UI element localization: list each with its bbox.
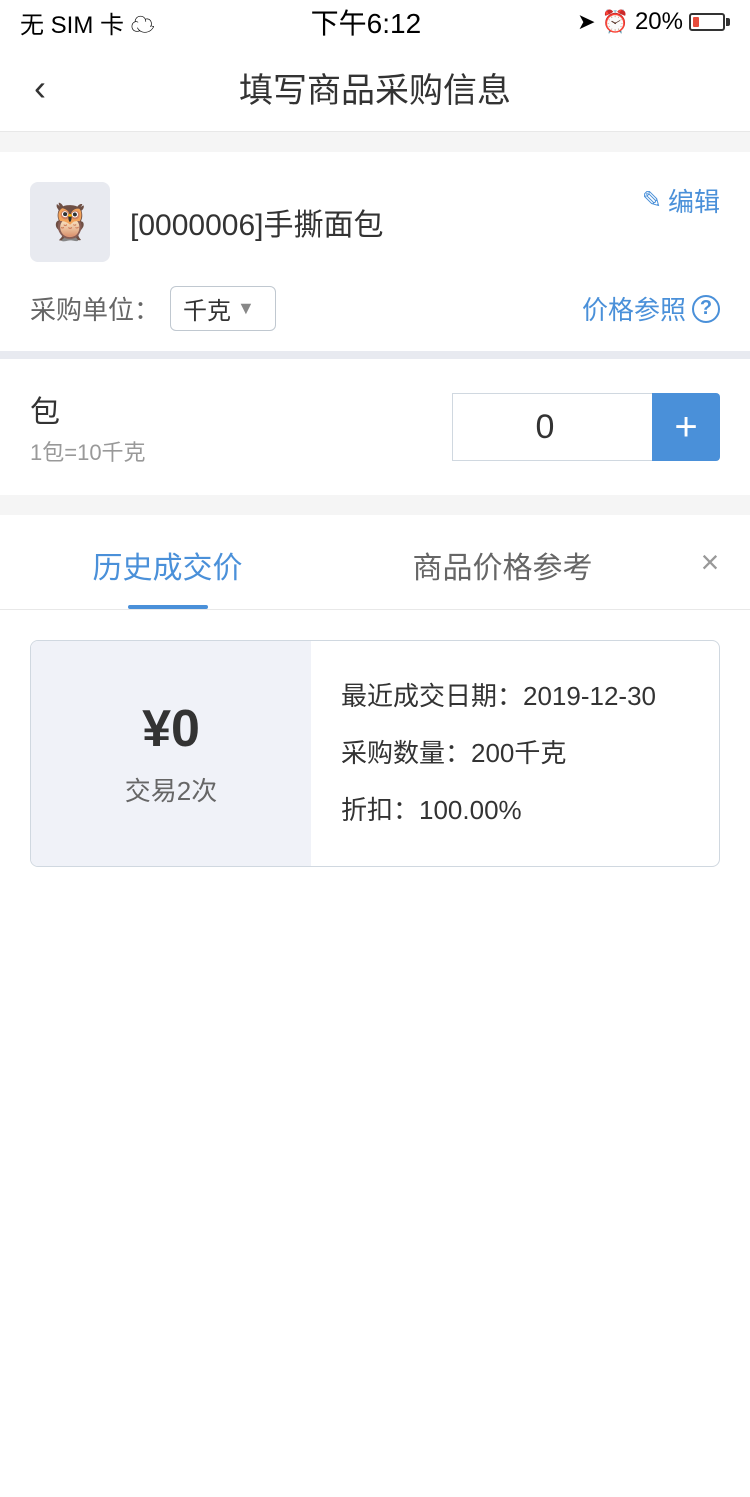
tab-history-price-label: 历史成交价 (93, 552, 243, 585)
product-unit-row: 采购单位： 千克 ▼ 价格参照 ? (30, 286, 720, 331)
recent-date-label: 最近成交日期： (341, 681, 523, 711)
discount-value: 100.00% (419, 795, 522, 825)
product-info: 🦉 [0000006]手撕面包 (30, 182, 383, 262)
quantity-input[interactable] (452, 393, 652, 461)
history-trade-count: 交易2次 (125, 771, 217, 808)
help-icon: ? (692, 295, 720, 323)
purchase-quantity-label: 采购数量： (341, 738, 471, 768)
tabs-container: 历史成交价 商品价格参考 × (0, 515, 750, 610)
status-right: ➤ ⏰ 20% (577, 8, 730, 36)
quantity-unit: 包 (30, 387, 146, 431)
status-bar: 无 SIM 卡 ☁ 下午6:12 ➤ ⏰ 20% (0, 0, 750, 44)
unit-select-dropdown[interactable]: 千克 ▼ (170, 286, 276, 331)
product-header: 🦉 [0000006]手撕面包 ✎ 编辑 (30, 182, 720, 262)
tab-product-price-ref-label: 商品价格参考 (413, 552, 593, 585)
history-price: ¥0 (142, 699, 200, 759)
edit-icon: ✎ (642, 186, 662, 215)
back-button[interactable]: ‹ (24, 57, 56, 119)
bottom-area (0, 897, 750, 1497)
quantity-conversion: 1包=10千克 (30, 435, 146, 467)
section-divider (0, 351, 750, 359)
quantity-plus-button[interactable]: + (652, 393, 720, 461)
purchase-quantity-value: 200千克 (471, 738, 566, 768)
recent-date-value: 2019-12-30 (523, 681, 656, 711)
battery-icon (689, 13, 730, 31)
dropdown-arrow-icon: ▼ (237, 298, 255, 319)
time-display: 下午6:12 (311, 2, 422, 42)
sim-text: 无 SIM 卡 ☁ (20, 5, 155, 40)
unit-label-text: 采购单位： (30, 290, 160, 327)
history-discount: 折扣：100.00% (341, 791, 689, 830)
quantity-label-wrap: 包 1包=10千克 (30, 387, 146, 467)
edit-button[interactable]: ✎ 编辑 (642, 182, 720, 219)
history-card-left: ¥0 交易2次 (31, 641, 311, 866)
unit-label: 采购单位： 千克 ▼ (30, 286, 276, 331)
quantity-row: 包 1包=10千克 + (0, 359, 750, 495)
history-recent-date: 最近成交日期：2019-12-30 (341, 677, 689, 716)
nav-bar: ‹ 填写商品采购信息 (0, 44, 750, 132)
edit-label: 编辑 (668, 182, 720, 219)
history-content: ¥0 交易2次 最近成交日期：2019-12-30 采购数量：200千克 折扣：… (0, 610, 750, 897)
quantity-input-group: + (452, 393, 720, 461)
product-card: 🦉 [0000006]手撕面包 ✎ 编辑 采购单位： 千克 ▼ 价格参照 ? (0, 152, 750, 351)
product-name: [0000006]手撕面包 (130, 200, 383, 244)
product-logo-icon: 🦉 (48, 201, 93, 243)
product-thumbnail: 🦉 (30, 182, 110, 262)
price-reference-button[interactable]: 价格参照 ? (582, 290, 720, 327)
status-left: 无 SIM 卡 ☁ (20, 5, 155, 40)
battery-percent: 20% (635, 8, 683, 36)
history-card: ¥0 交易2次 最近成交日期：2019-12-30 采购数量：200千克 折扣：… (30, 640, 720, 867)
alarm-icon: ⏰ (602, 9, 629, 35)
discount-label: 折扣： (341, 795, 419, 825)
unit-value: 千克 (183, 291, 231, 326)
tab-close-button[interactable]: × (670, 544, 750, 581)
tab-history-price[interactable]: 历史成交价 (0, 515, 335, 609)
history-quantity: 采购数量：200千克 (341, 734, 689, 773)
history-card-right: 最近成交日期：2019-12-30 采购数量：200千克 折扣：100.00% (311, 641, 719, 866)
tab-product-price-ref[interactable]: 商品价格参考 (335, 515, 670, 609)
page-title: 填写商品采购信息 (239, 63, 511, 112)
location-icon: ➤ (577, 9, 595, 35)
price-ref-label: 价格参照 (582, 290, 686, 327)
